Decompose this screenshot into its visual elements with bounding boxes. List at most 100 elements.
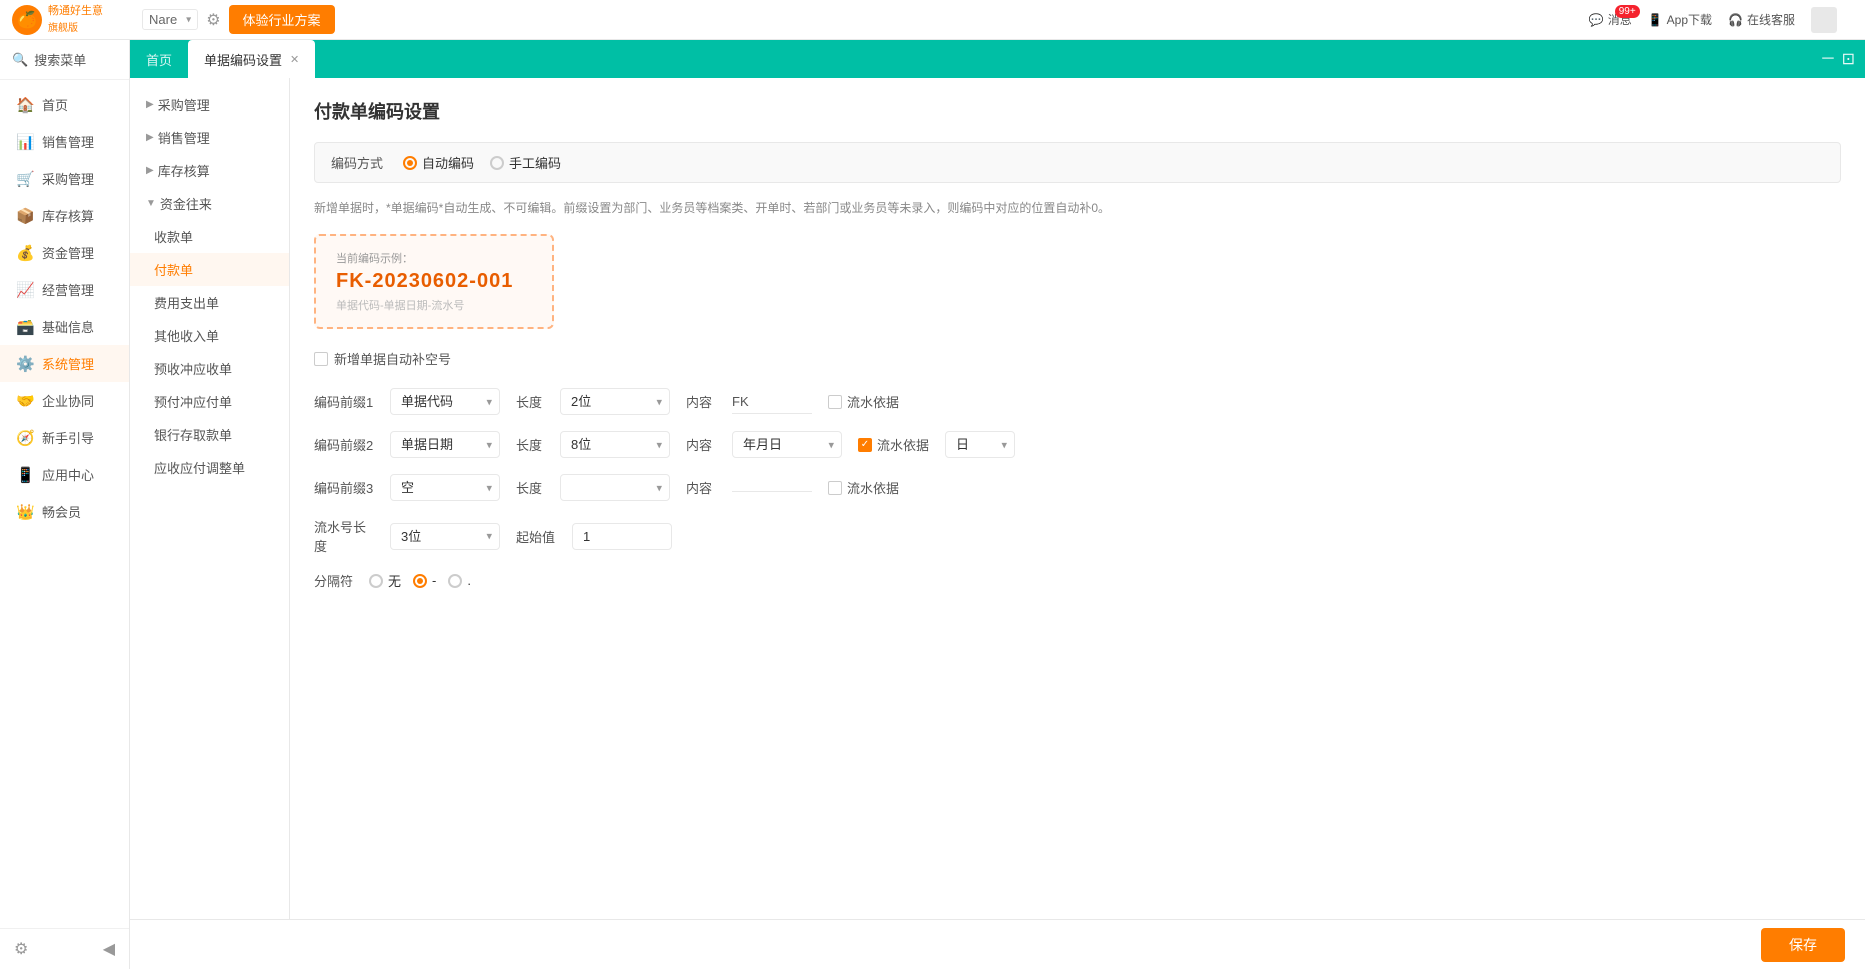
tree-item-ap-adjust[interactable]: 应收应付调整单 (130, 451, 289, 484)
main-layout: 🔍 搜索菜单 🏠 首页 📊 销售管理 🛒 采购管理 📦 库存核算 💰 (0, 40, 1865, 969)
len3-select-wrapper (560, 474, 670, 501)
purchase-icon: 🛒 (16, 170, 34, 188)
sep-none-dot (369, 574, 383, 588)
len3-select[interactable] (560, 474, 670, 501)
tree-item-purchase[interactable]: ▶ 采购管理 (130, 88, 289, 121)
tree-item-sales[interactable]: ▶ 销售管理 (130, 121, 289, 154)
len2-label: 长度 (516, 435, 544, 454)
sidebar-item-member[interactable]: 👑 畅会员 (0, 493, 129, 530)
sidebar-item-home[interactable]: 🏠 首页 (0, 86, 129, 123)
logo-icon: 🍊 (12, 5, 42, 35)
partner-icon: 🤝 (16, 392, 34, 410)
home-icon: 🏠 (16, 96, 34, 114)
sidebar-item-purchase[interactable]: 🛒 采购管理 (0, 160, 129, 197)
collapse-icon[interactable]: ◀ (103, 939, 115, 959)
download-icon: 📱 (1648, 13, 1663, 27)
prefix-row-2: 编码前缀2 单据日期 长度 8位 内容 (314, 431, 1841, 458)
sidebar-item-finance[interactable]: 💰 资金管理 (0, 234, 129, 271)
prefix-row-3: 编码前缀3 空 长度 内容 (314, 474, 1841, 501)
sidebar-item-basic[interactable]: 🗃️ 基础信息 (0, 308, 129, 345)
tree-item-bank[interactable]: 银行存取款单 (130, 418, 289, 451)
sidebar-item-inventory[interactable]: 📦 库存核算 (0, 197, 129, 234)
prefix2-select-wrapper: 单据日期 (390, 431, 500, 458)
tree-item-advance-pay[interactable]: 预付冲应付单 (130, 385, 289, 418)
serial-len-select[interactable]: 3位 (390, 523, 500, 550)
settings-bottom-icon[interactable]: ⚙ (14, 939, 28, 959)
settings-icon[interactable]: ⚙ (206, 10, 220, 30)
tree-item-payment[interactable]: 付款单 (130, 253, 289, 286)
trial-button[interactable]: 体验行业方案 (229, 5, 335, 34)
member-icon: 👑 (16, 503, 34, 521)
tab-bar-right: ─ ⊡ (1822, 49, 1865, 69)
start-value-input[interactable] (572, 523, 672, 550)
start-label: 起始值 (516, 527, 556, 546)
save-button[interactable]: 保存 (1761, 928, 1845, 962)
apps-icon: 📱 (16, 466, 34, 484)
len1-select[interactable]: 2位 (560, 388, 670, 415)
manual-radio-dot (490, 156, 504, 170)
tree-item-expense[interactable]: 费用支出单 (130, 286, 289, 319)
tree-item-income[interactable]: 其他收入单 (130, 319, 289, 352)
encode-method-row: 编码方式 自动编码 手工编码 (314, 142, 1841, 183)
tree-item-advance-recv[interactable]: 预收冲应收单 (130, 352, 289, 385)
prefix2-select[interactable]: 单据日期 (390, 431, 500, 458)
tree-item-funds[interactable]: ▼ 资金往来 (130, 187, 289, 220)
prefix1-select[interactable]: 单据代码 (390, 388, 500, 415)
serial-row: 流水号长度 3位 起始值 (314, 517, 1841, 555)
auto-encode-radio[interactable]: 自动编码 (403, 153, 474, 172)
separator-label: 分隔符 (314, 571, 353, 590)
sidebar-item-ops[interactable]: 📈 经营管理 (0, 271, 129, 308)
tab-bar: 首页 单据编码设置 ✕ ─ ⊡ (130, 40, 1865, 78)
sidebar-item-guide[interactable]: 🧭 新手引导 (0, 419, 129, 456)
company-selector[interactable]: Nare ▾ (142, 9, 198, 30)
sidebar-item-system[interactable]: ⚙️ 系统管理 (0, 345, 129, 382)
autofill-row: 新增单据自动补空号 (314, 349, 1841, 368)
sidebar-item-sales[interactable]: 📊 销售管理 (0, 123, 129, 160)
flow2-checkbox[interactable]: ✓ (858, 438, 872, 452)
autofill-checkbox[interactable] (314, 352, 328, 366)
sep-none-radio[interactable]: 无 (369, 571, 401, 590)
sidebar-item-apps[interactable]: 📱 应用中心 (0, 456, 129, 493)
preview-box: 当前编码示例： FK-20230602-001 单据代码-单据日期-流水号 (314, 234, 554, 329)
flow2-unit-select[interactable]: 日 (945, 431, 1015, 458)
form-panel: 付款单编码设置 编码方式 自动编码 手工编码 (290, 78, 1865, 919)
preview-code: FK-20230602-001 (336, 270, 532, 293)
tree-item-receipt[interactable]: 收款单 (130, 220, 289, 253)
flow1-checkbox[interactable] (828, 395, 842, 409)
len2-select[interactable]: 8位 (560, 431, 670, 458)
manual-encode-radio[interactable]: 手工编码 (490, 153, 561, 172)
sidebar-item-partner[interactable]: 🤝 企业协同 (0, 382, 129, 419)
separator-row: 分隔符 无 - . (314, 571, 1841, 590)
maximize-icon[interactable]: ⊡ (1842, 49, 1855, 69)
serial-len-label: 流水号长度 (314, 517, 374, 555)
prefix3-label: 编码前缀3 (314, 478, 374, 497)
sidebar-search[interactable]: 🔍 搜索菜单 (0, 40, 129, 80)
tab-close-icon[interactable]: ✕ (290, 53, 299, 66)
len3-label: 长度 (516, 478, 544, 497)
download-item[interactable]: 📱 App下载 (1648, 11, 1712, 28)
service-item[interactable]: 🎧 在线客服 (1728, 11, 1795, 28)
message-item[interactable]: 💬 消息 99+ (1589, 11, 1632, 28)
expand-icon: ▶ (146, 132, 154, 143)
flow3-checkbox[interactable] (828, 481, 842, 495)
bottom-bar: 保存 (130, 919, 1865, 969)
prefix2-label: 编码前缀2 (314, 435, 374, 454)
sep-dash-radio[interactable]: - (413, 573, 436, 588)
prefix3-select[interactable]: 空 (390, 474, 500, 501)
tab-serial[interactable]: 单据编码设置 ✕ (188, 40, 315, 78)
expand-icon: ▶ (146, 165, 154, 176)
content2-select[interactable]: 年月日 (732, 431, 842, 458)
tree-item-stock[interactable]: ▶ 库存核算 (130, 154, 289, 187)
sep-dot-dot (448, 574, 462, 588)
two-panel: ▶ 采购管理 ▶ 销售管理 ▶ 库存核算 ▼ 资金往来 收款单 (130, 78, 1865, 919)
sep-dot-radio[interactable]: . (448, 573, 471, 588)
minimize-icon[interactable]: ─ (1822, 50, 1833, 68)
tree-panel: ▶ 采购管理 ▶ 销售管理 ▶ 库存核算 ▼ 资金往来 收款单 (130, 78, 290, 919)
app-sub: 旗舰版 (48, 19, 103, 34)
avatar (1811, 7, 1837, 33)
tab-home[interactable]: 首页 (130, 40, 188, 78)
search-icon: 🔍 (12, 52, 28, 68)
app-logo: 🍊 畅通好生意 旗舰版 (12, 5, 132, 35)
flow1-checkbox-group: 流水依据 (828, 392, 899, 411)
preview-label: 当前编码示例： (336, 250, 532, 266)
